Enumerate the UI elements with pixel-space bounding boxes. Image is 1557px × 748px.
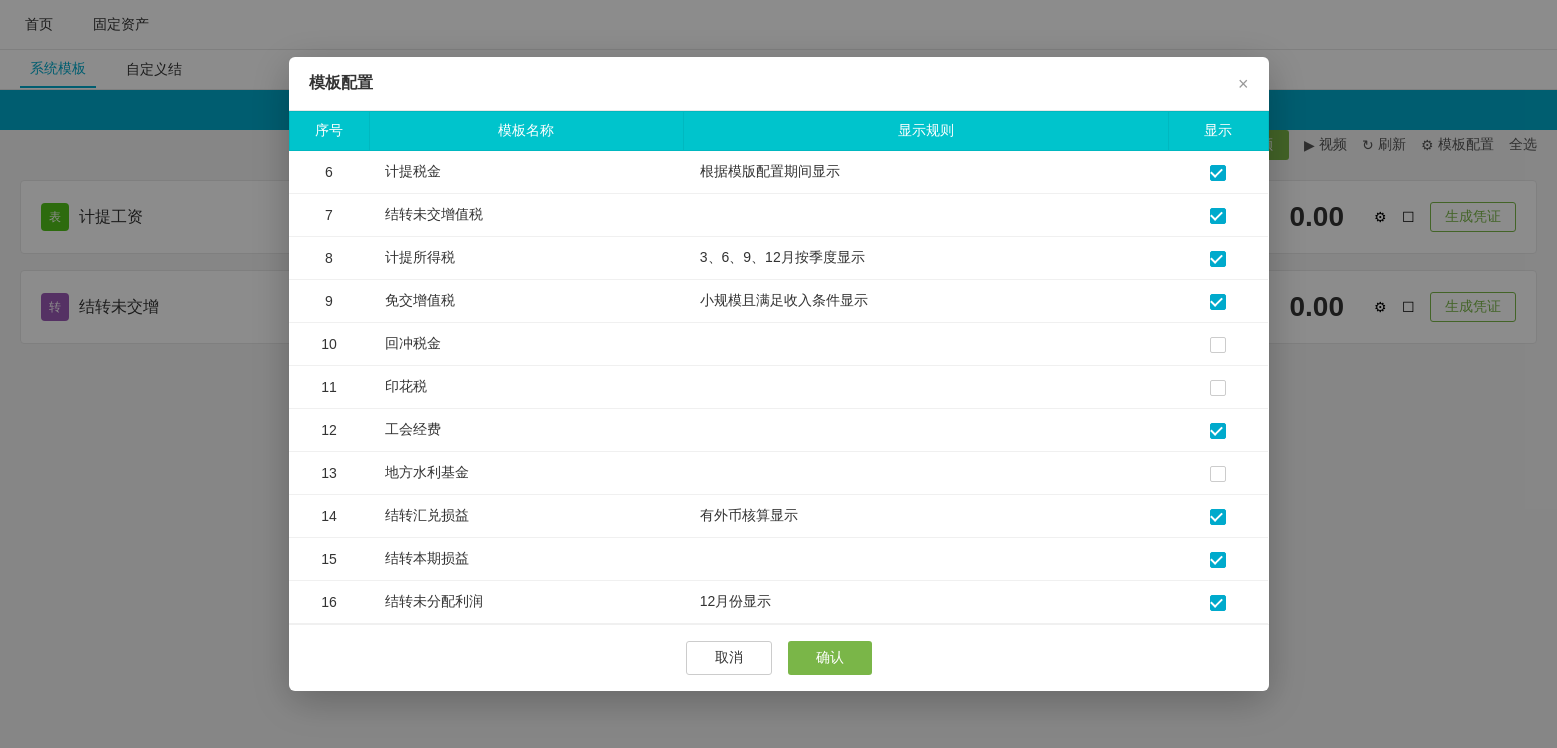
table-row: 16结转未分配利润12月份显示	[289, 581, 1268, 624]
cell-show	[1168, 366, 1268, 409]
table-row: 6计提税金根据模版配置期间显示	[289, 151, 1268, 194]
cell-index: 7	[289, 194, 369, 237]
checkbox-show-11[interactable]	[1210, 380, 1226, 396]
cell-rule	[684, 323, 1168, 366]
table-row: 13地方水利基金	[289, 452, 1268, 495]
table-body: 6计提税金根据模版配置期间显示7结转未交增值税8计提所得税3、6、9、12月按季…	[289, 151, 1268, 624]
cell-show	[1168, 237, 1268, 280]
table-row: 14结转汇兑损益有外币核算显示	[289, 495, 1268, 538]
checkbox-show-16[interactable]	[1210, 595, 1226, 611]
checkbox-show-6[interactable]	[1210, 165, 1226, 181]
cell-index: 8	[289, 237, 369, 280]
cell-show	[1168, 194, 1268, 237]
cell-name: 回冲税金	[369, 323, 684, 366]
cell-show	[1168, 409, 1268, 452]
col-header-index: 序号	[289, 112, 369, 151]
cell-rule	[684, 452, 1168, 495]
config-table: 序号 模板名称 显示规则 显示 6计提税金根据模版配置期间显示7结转未交增值税8…	[289, 111, 1269, 624]
modal-footer: 取消 确认	[289, 624, 1269, 691]
cell-name: 计提所得税	[369, 237, 684, 280]
cell-rule: 有外币核算显示	[684, 495, 1168, 538]
table-row: 15结转本期损益	[289, 538, 1268, 581]
checkbox-show-14[interactable]	[1210, 509, 1226, 525]
cell-show	[1168, 581, 1268, 624]
cell-rule: 3、6、9、12月按季度显示	[684, 237, 1168, 280]
cell-name: 结转未交增值税	[369, 194, 684, 237]
cell-name: 结转汇兑损益	[369, 495, 684, 538]
col-header-show: 显示	[1168, 112, 1268, 151]
modal-template-config: 模板配置 × 序号 模板名称 显示规则 显示 6计提税金根据模版配置期间显示7结…	[289, 57, 1269, 691]
modal-header: 模板配置 ×	[289, 57, 1269, 111]
modal-close-button[interactable]: ×	[1238, 75, 1249, 93]
cell-name: 工会经费	[369, 409, 684, 452]
table-row: 8计提所得税3、6、9、12月按季度显示	[289, 237, 1268, 280]
cell-index: 15	[289, 538, 369, 581]
cell-index: 11	[289, 366, 369, 409]
cell-name: 印花税	[369, 366, 684, 409]
cell-index: 10	[289, 323, 369, 366]
modal-body: 序号 模板名称 显示规则 显示 6计提税金根据模版配置期间显示7结转未交增值税8…	[289, 111, 1269, 624]
cell-index: 14	[289, 495, 369, 538]
cell-show	[1168, 323, 1268, 366]
checkbox-show-8[interactable]	[1210, 251, 1226, 267]
cell-rule	[684, 538, 1168, 581]
cell-show	[1168, 538, 1268, 581]
table-row: 7结转未交增值税	[289, 194, 1268, 237]
cell-rule	[684, 409, 1168, 452]
checkbox-show-15[interactable]	[1210, 552, 1226, 568]
cell-show	[1168, 151, 1268, 194]
checkbox-show-7[interactable]	[1210, 208, 1226, 224]
table-row: 12工会经费	[289, 409, 1268, 452]
cell-index: 12	[289, 409, 369, 452]
table-row: 9免交增值税小规模且满足收入条件显示	[289, 280, 1268, 323]
cell-name: 结转本期损益	[369, 538, 684, 581]
checkbox-show-13[interactable]	[1210, 466, 1226, 482]
col-header-rule: 显示规则	[684, 112, 1168, 151]
checkbox-show-10[interactable]	[1210, 337, 1226, 353]
cancel-button[interactable]: 取消	[686, 641, 772, 675]
cell-rule: 12月份显示	[684, 581, 1168, 624]
checkbox-show-9[interactable]	[1210, 294, 1226, 310]
modal-title: 模板配置	[309, 73, 373, 94]
cell-rule	[684, 366, 1168, 409]
cell-show	[1168, 495, 1268, 538]
checkbox-show-12[interactable]	[1210, 423, 1226, 439]
cell-index: 13	[289, 452, 369, 495]
cell-rule	[684, 194, 1168, 237]
cell-name: 免交增值税	[369, 280, 684, 323]
col-header-name: 模板名称	[369, 112, 684, 151]
table-row: 11印花税	[289, 366, 1268, 409]
cell-name: 地方水利基金	[369, 452, 684, 495]
table-row: 10回冲税金	[289, 323, 1268, 366]
table-header: 序号 模板名称 显示规则 显示	[289, 112, 1268, 151]
cell-name: 计提税金	[369, 151, 684, 194]
modal-overlay: 模板配置 × 序号 模板名称 显示规则 显示 6计提税金根据模版配置期间显示7结…	[0, 0, 1557, 748]
cell-name: 结转未分配利润	[369, 581, 684, 624]
cell-rule: 根据模版配置期间显示	[684, 151, 1168, 194]
cell-index: 9	[289, 280, 369, 323]
cell-index: 6	[289, 151, 369, 194]
cell-index: 16	[289, 581, 369, 624]
cell-show	[1168, 280, 1268, 323]
cell-show	[1168, 452, 1268, 495]
confirm-button[interactable]: 确认	[788, 641, 872, 675]
cell-rule: 小规模且满足收入条件显示	[684, 280, 1168, 323]
